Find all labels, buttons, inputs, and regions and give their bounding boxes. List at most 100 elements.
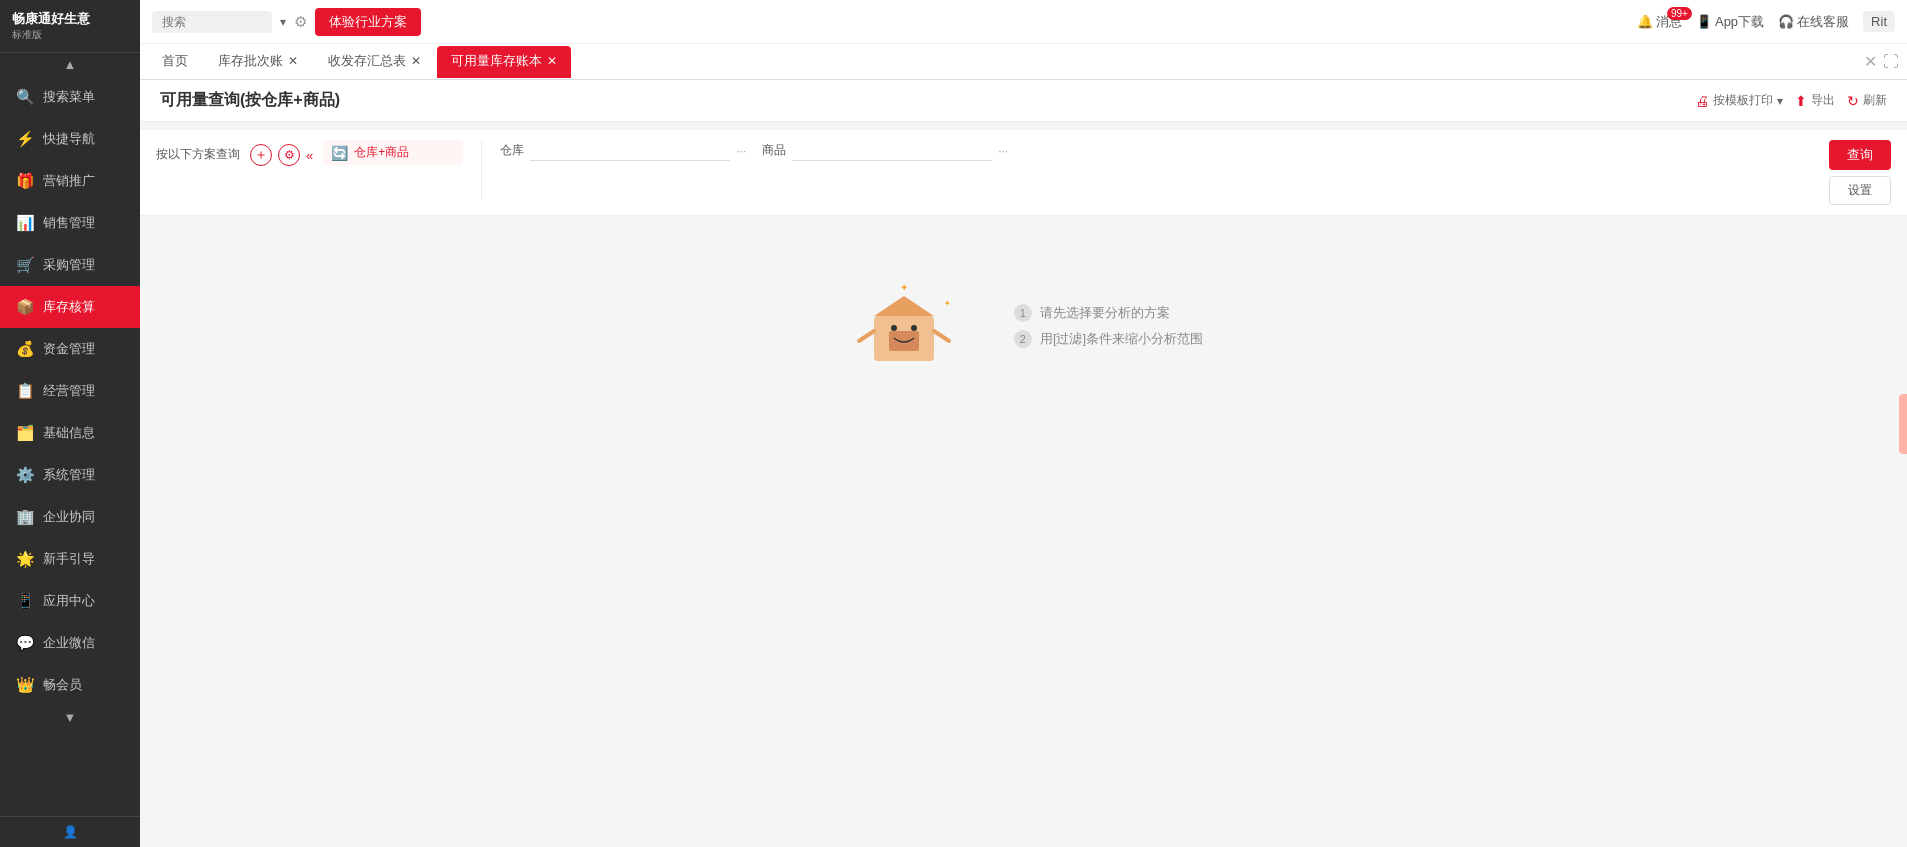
refresh-btn[interactable]: ↻ 刷新 [1847,92,1887,109]
sidebar-item-label: 系统管理 [43,466,95,484]
filter-area: 按以下方案查询 ＋ ⚙ « 🔄 仓库+商品 仓库 ··· [140,130,1907,216]
bell-icon: 🔔 [1637,14,1653,29]
sys-icon: ⚙️ [16,466,35,484]
sidebar-item-label: 应用中心 [43,592,95,610]
filter-divider [481,140,482,200]
tab-available-close-icon[interactable]: ✕ [547,54,557,68]
svg-line-6 [934,331,949,341]
topbar: ▾ ⚙ 体验行业方案 🔔 消息 99+ 📱 App下载 🎧 在线客服 Rit [140,0,1907,44]
sidebar-item-basic-info[interactable]: 🗂️ 基础信息 [0,412,140,454]
tip-number-2: 2 [1014,330,1032,348]
sidebar-scroll-up[interactable]: ▲ [0,53,140,76]
topbar-right: 🔔 消息 99+ 📱 App下载 🎧 在线客服 Rit [1637,11,1895,32]
marketing-icon: 🎁 [16,172,35,190]
print-label: 按模板打印 [1713,92,1773,109]
search-icon: 🔍 [16,88,35,106]
svg-rect-2 [889,331,919,351]
tabs-bar: 首页 库存批次账 ✕ 收发存汇总表 ✕ 可用量库存账本 ✕ ✕ ⛶ [140,44,1907,80]
page-actions: 🖨 按模板打印 ▾ ⬆ 导出 ↻ 刷新 [1695,92,1887,109]
app-center-icon: 📱 [16,592,35,610]
filter-scheme-list: 🔄 仓库+商品 [323,140,463,165]
query-btn[interactable]: 查询 [1829,140,1891,170]
tab-available-stock[interactable]: 可用量库存账本 ✕ [437,46,571,78]
warehouse-more-btn[interactable]: ··· [736,144,746,158]
tab-collect-summary[interactable]: 收发存汇总表 ✕ [314,46,435,78]
sidebar-item-app-center[interactable]: 📱 应用中心 [0,580,140,622]
filter-setting-btn[interactable]: ⚙ [278,144,300,166]
tabs-close-all-btn[interactable]: ✕ [1864,52,1877,71]
sidebar-item-corp-collab[interactable]: 🏢 企业协同 [0,496,140,538]
empty-state: ✦ ✦ 1 请先选择要分析的方案 2 用[过滤]条件来缩小分析范围 [140,216,1907,436]
print-dropdown-icon[interactable]: ▾ [1777,94,1783,108]
quick-nav-icon: ⚡ [16,130,35,148]
filter-collapse-btn[interactable]: « [306,148,313,163]
notification-badge: 99+ [1667,7,1692,20]
sidebar-item-sales[interactable]: 📊 销售管理 [0,202,140,244]
sidebar-item-label: 快捷导航 [43,130,95,148]
tabs-right-actions: ✕ ⛶ [1864,52,1899,71]
notification-btn[interactable]: 🔔 消息 99+ [1637,13,1682,31]
sidebar-item-label: 销售管理 [43,214,95,232]
trial-industry-btn[interactable]: 体验行业方案 [315,8,421,36]
topbar-search-input[interactable] [152,11,272,33]
sidebar-item-fund[interactable]: 💰 资金管理 [0,328,140,370]
sidebar-item-quick-nav[interactable]: ⚡ 快捷导航 [0,118,140,160]
filter-actions: ＋ ⚙ « [250,140,313,166]
scheme-item-warehouse-product[interactable]: 🔄 仓库+商品 [323,140,463,165]
filter-field-warehouse: 仓库 ··· [500,140,746,161]
sidebar-item-corp-wechat[interactable]: 💬 企业微信 [0,622,140,664]
newbie-icon: 🌟 [16,550,35,568]
sidebar-item-sys[interactable]: ⚙️ 系统管理 [0,454,140,496]
fund-icon: 💰 [16,340,35,358]
corp-wechat-icon: 💬 [16,634,35,652]
empty-tips: 1 请先选择要分析的方案 2 用[过滤]条件来缩小分析范围 [1014,304,1203,348]
warehouse-input[interactable] [530,140,730,161]
corp-collab-icon: 🏢 [16,508,35,526]
settings-btn[interactable]: 设置 [1829,176,1891,205]
sidebar-item-marketing[interactable]: 🎁 营销推广 [0,160,140,202]
online-service-btn[interactable]: 🎧 在线客服 [1778,13,1849,31]
sidebar-item-label: 搜索菜单 [43,88,95,106]
ops-icon: 📋 [16,382,35,400]
sidebar-item-label: 采购管理 [43,256,95,274]
export-icon: ⬆ [1795,93,1807,109]
sidebar-scroll-down[interactable]: ▼ [0,706,140,729]
filter-add-btn[interactable]: ＋ [250,144,272,166]
sidebar-item-label: 企业微信 [43,634,95,652]
page-title: 可用量查询(按仓库+商品) [160,90,340,111]
sidebar-item-label: 畅会员 [43,676,82,694]
scheme-label: 仓库+商品 [354,144,409,161]
sidebar-item-purchase[interactable]: 🛒 采购管理 [0,244,140,286]
svg-point-3 [891,325,897,331]
tab-home[interactable]: 首页 [148,46,202,78]
svg-point-4 [911,325,917,331]
sidebar: 畅康通好生意 标准版 ▲ 🔍 搜索菜单 ⚡ 快捷导航 🎁 营销推广 📊 销售管理… [0,0,140,847]
app-download-btn[interactable]: 📱 App下载 [1696,13,1764,31]
tab-batch-account[interactable]: 库存批次账 ✕ [204,46,312,78]
sidebar-item-ops[interactable]: 📋 经营管理 [0,370,140,412]
tab-batch-close-icon[interactable]: ✕ [288,54,298,68]
topbar-dropdown[interactable]: ▾ [280,15,286,29]
tab-collect-close-icon[interactable]: ✕ [411,54,421,68]
user-profile-btn[interactable]: Rit [1863,11,1895,32]
right-scroll-handle[interactable] [1899,394,1907,454]
print-btn[interactable]: 🖨 按模板打印 ▾ [1695,92,1783,109]
tip-text-1: 请先选择要分析的方案 [1040,304,1170,322]
version-label: 标准版 [12,28,128,42]
topbar-gear-icon[interactable]: ⚙ [294,13,307,31]
inventory-icon: 📦 [16,298,35,316]
empty-content: ✦ ✦ 1 请先选择要分析的方案 2 用[过滤]条件来缩小分析范围 [844,276,1203,376]
print-icon: 🖨 [1695,93,1709,109]
sidebar-item-search[interactable]: 🔍 搜索菜单 [0,76,140,118]
tabs-expand-btn[interactable]: ⛶ [1883,53,1899,71]
refresh-icon: ↻ [1847,93,1859,109]
sidebar-item-newbie[interactable]: 🌟 新手引导 [0,538,140,580]
product-input[interactable] [792,140,992,161]
product-more-btn[interactable]: ··· [998,144,1008,158]
content-area: 可用量查询(按仓库+商品) 🖨 按模板打印 ▾ ⬆ 导出 ↻ 刷新 按以下方案 [140,80,1907,847]
sidebar-item-inventory[interactable]: 📦 库存核算 [0,286,140,328]
sidebar-bottom-user[interactable]: 👤 [0,816,140,847]
export-btn[interactable]: ⬆ 导出 [1795,92,1835,109]
sidebar-item-vip[interactable]: 👑 畅会员 [0,664,140,706]
tab-available-label: 可用量库存账本 [451,52,542,70]
